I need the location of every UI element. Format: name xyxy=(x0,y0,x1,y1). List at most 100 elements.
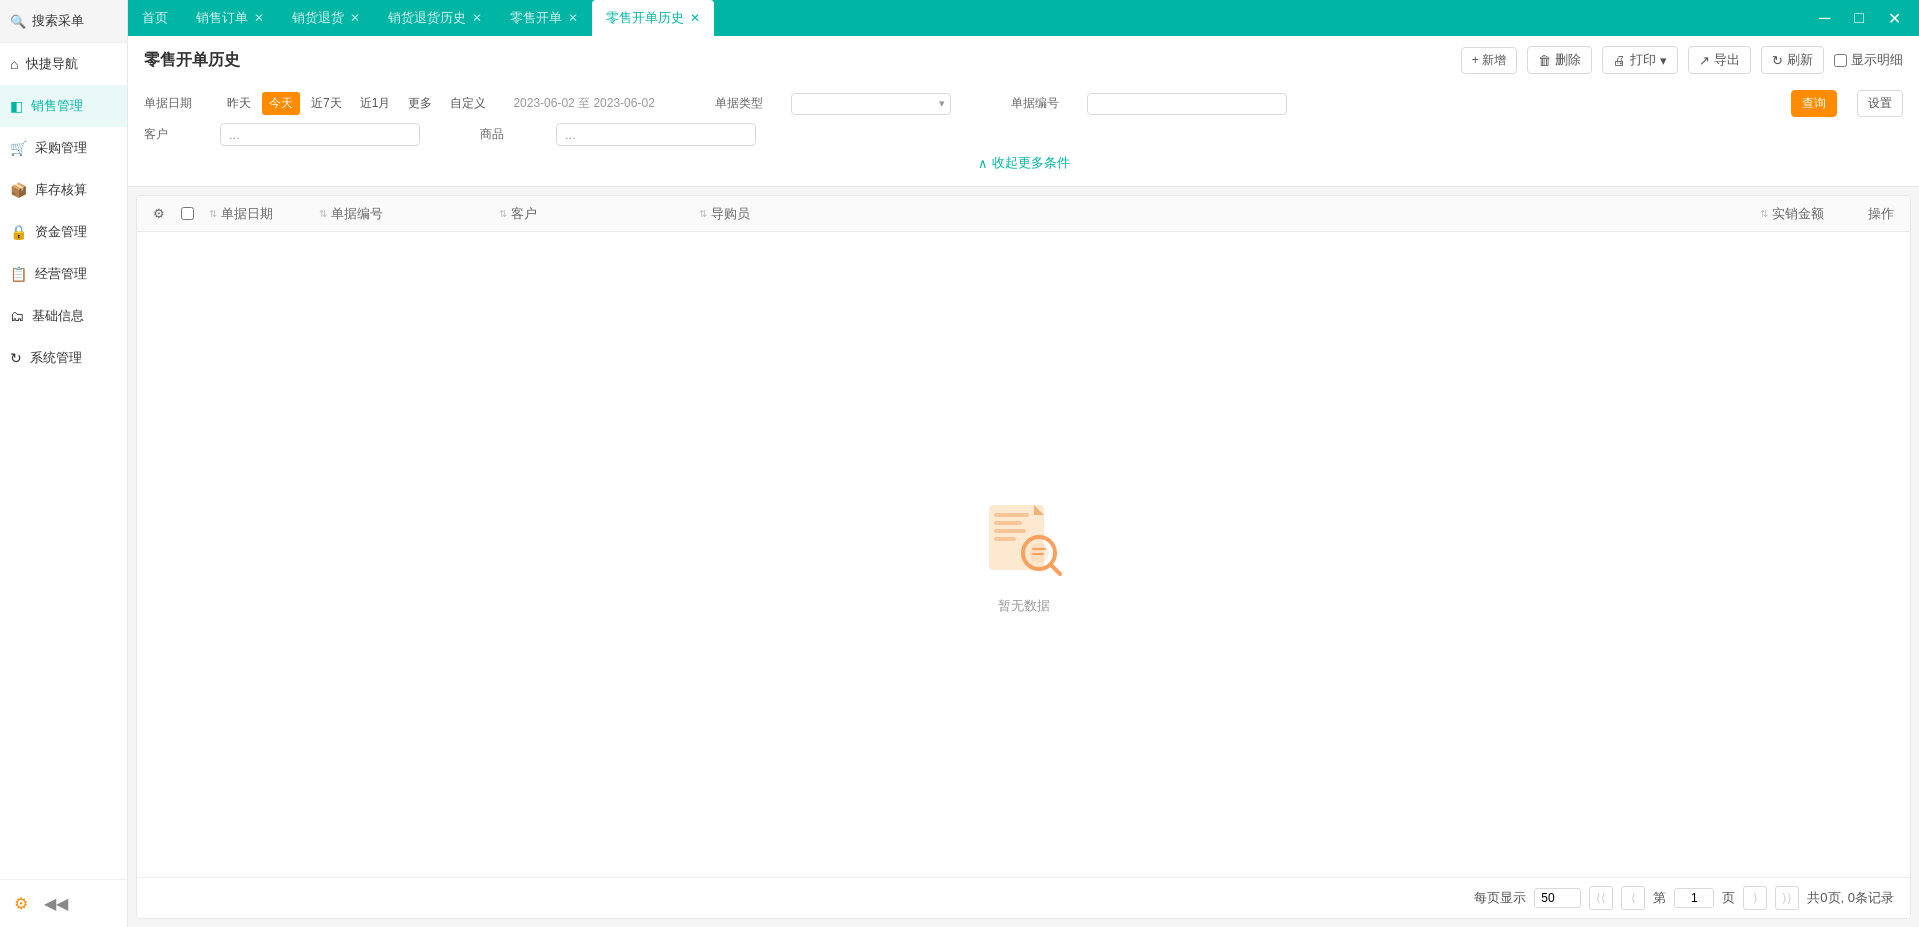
print-icon: 🖨 xyxy=(1613,53,1626,68)
sidebar-item-finance[interactable]: 🔒 资金管理 xyxy=(0,211,127,253)
date-btn-1month[interactable]: 近1月 xyxy=(353,92,398,115)
date-btn-7days[interactable]: 近7天 xyxy=(304,92,349,115)
sort-icon-guide: ⇅ xyxy=(699,208,707,219)
date-btn-today[interactable]: 今天 xyxy=(262,92,300,115)
collapse-filter-bar[interactable]: ∧ 收起更多条件 xyxy=(144,152,1903,178)
print-button[interactable]: 🖨 打印 ▾ xyxy=(1602,46,1678,74)
num-filter-input[interactable] xyxy=(1087,93,1287,115)
show-detail-checkbox[interactable] xyxy=(1834,54,1847,67)
finance-icon: 🔒 xyxy=(10,224,27,240)
settings-bottom-icon[interactable]: ⚙ xyxy=(10,890,32,917)
nav-close-btn[interactable]: ✕ xyxy=(1880,9,1909,28)
goods-filter-input[interactable]: ... xyxy=(556,123,756,146)
th-num[interactable]: ⇅ 单据编号 xyxy=(311,205,491,223)
last-page-btn[interactable]: ⟩⟩ xyxy=(1775,886,1799,910)
page-input[interactable] xyxy=(1674,888,1714,908)
tab-retail-open[interactable]: 零售开单 ✕ xyxy=(496,0,592,36)
next-page-btn[interactable]: ⟩ xyxy=(1743,886,1767,910)
sidebar-item-label: 经营管理 xyxy=(35,265,87,283)
nav-minimize-btn[interactable]: ─ xyxy=(1811,9,1838,27)
sidebar-item-inventory[interactable]: 📦 库存核算 xyxy=(0,169,127,211)
sidebar-item-basic-info[interactable]: 🗂 基础信息 xyxy=(0,295,127,337)
sidebar-item-quick-nav[interactable]: ⌂ 快捷导航 xyxy=(0,43,127,85)
export-label: 导出 xyxy=(1714,51,1740,69)
total-info: 共0页, 0条记录 xyxy=(1807,889,1894,907)
sales-icon: ◧ xyxy=(10,98,23,114)
th-customer[interactable]: ⇅ 客户 xyxy=(491,205,691,223)
th-guide-label: 导购员 xyxy=(711,205,750,223)
settings-button[interactable]: 设置 xyxy=(1857,90,1903,117)
page-suffix: 页 xyxy=(1722,889,1735,907)
type-select[interactable] xyxy=(791,93,951,115)
date-quick-buttons: 昨天 今天 近7天 近1月 更多 自定义 xyxy=(220,92,493,115)
export-button[interactable]: ↗ 导出 xyxy=(1688,46,1751,74)
sidebar-item-label: 资金管理 xyxy=(35,223,87,241)
sidebar-item-purchase-mgmt[interactable]: 🛒 采购管理 xyxy=(0,127,127,169)
add-button[interactable]: + 新增 xyxy=(1461,47,1517,74)
date-btn-custom[interactable]: 自定义 xyxy=(443,92,493,115)
th-amount-label: 实销金额 xyxy=(1772,205,1824,223)
refresh-button[interactable]: ↻ 刷新 xyxy=(1761,46,1824,74)
date-range-display: 2023-06-02 至 2023-06-02 xyxy=(513,95,654,112)
sort-icon: ⇅ xyxy=(209,208,217,219)
tab-retail-open-close[interactable]: ✕ xyxy=(568,11,578,25)
tab-retail-open-history-label: 零售开单历史 xyxy=(606,9,684,27)
collapse-sidebar-icon[interactable]: ◀◀ xyxy=(40,890,72,917)
date-btn-yesterday[interactable]: 昨天 xyxy=(220,92,258,115)
first-page-btn[interactable]: ⟨⟨ xyxy=(1589,886,1613,910)
search-icon: 🔍 xyxy=(10,14,26,29)
sidebar-item-label: 系统管理 xyxy=(30,349,82,367)
basic-info-icon: 🗂 xyxy=(10,308,24,324)
sidebar-item-ops-mgmt[interactable]: 📋 经营管理 xyxy=(0,253,127,295)
sort-icon-amount: ⇅ xyxy=(1760,208,1768,219)
sidebar-item-sales-mgmt[interactable]: ◧ 销售管理 xyxy=(0,85,127,127)
table-header: ⚙ ⇅ 单据日期 ⇅ 单据编号 ⇅ 客户 ⇅ xyxy=(137,196,1910,232)
nav-maximize-btn[interactable]: □ xyxy=(1846,9,1872,27)
tab-sales-return[interactable]: 销货退货 ✕ xyxy=(278,0,374,36)
sidebar-search[interactable]: 🔍 搜索采单 xyxy=(0,0,127,43)
sys-icon: ↻ xyxy=(10,350,22,366)
tab-sales-order-label: 销售订单 xyxy=(196,9,248,27)
print-dropdown-icon: ▾ xyxy=(1660,53,1667,68)
th-customer-label: 客户 xyxy=(511,205,537,223)
date-btn-more[interactable]: 更多 xyxy=(401,92,439,115)
sidebar-item-sys-mgmt[interactable]: ↻ 系统管理 xyxy=(0,337,127,379)
table-select-all[interactable] xyxy=(173,207,201,220)
th-date[interactable]: ⇅ 单据日期 xyxy=(201,205,311,223)
num-filter-label: 单据编号 xyxy=(1011,95,1067,112)
select-all-checkbox[interactable] xyxy=(181,207,194,220)
th-date-label: 单据日期 xyxy=(221,205,273,223)
sort-icon-customer: ⇅ xyxy=(499,208,507,219)
table-settings-btn[interactable]: ⚙ xyxy=(145,206,173,221)
sidebar-search-label: 搜索采单 xyxy=(32,12,84,30)
filter-row-1: 单据日期 昨天 今天 近7天 近1月 更多 自定义 2023-06-02 至 2… xyxy=(144,90,1903,117)
tab-sales-order-close[interactable]: ✕ xyxy=(254,11,264,25)
tab-home-label: 首页 xyxy=(142,9,168,27)
th-guide[interactable]: ⇅ 导购员 xyxy=(691,205,811,223)
tab-sales-return-history-close[interactable]: ✕ xyxy=(472,11,482,25)
tab-sales-order[interactable]: 销售订单 ✕ xyxy=(182,0,278,36)
per-page-select[interactable]: 50 100 200 xyxy=(1534,888,1581,908)
tab-retail-open-history[interactable]: 零售开单历史 ✕ xyxy=(592,0,714,36)
sidebar-item-label: 销售管理 xyxy=(31,97,83,115)
tab-sales-return-history[interactable]: 销货退货历史 ✕ xyxy=(374,0,496,36)
purchase-icon: 🛒 xyxy=(10,140,27,156)
customer-filter-input[interactable]: ... xyxy=(220,123,420,146)
type-select-wrap[interactable] xyxy=(791,93,951,115)
goods-ellipsis: ... xyxy=(565,127,576,142)
delete-button[interactable]: 🗑 删除 xyxy=(1527,46,1592,74)
export-icon: ↗ xyxy=(1699,53,1710,68)
page-label: 第 xyxy=(1653,889,1666,907)
prev-page-btn[interactable]: ⟨ xyxy=(1621,886,1645,910)
tab-sales-return-close[interactable]: ✕ xyxy=(350,11,360,25)
toolbar: + 新增 🗑 删除 🖨 打印 ▾ ↗ 导出 ↻ xyxy=(1461,46,1903,74)
print-label: 打印 xyxy=(1630,51,1656,69)
query-button[interactable]: 查询 xyxy=(1791,90,1837,117)
tab-sales-return-label: 销货退货 xyxy=(292,9,344,27)
show-detail-checkbox-wrap[interactable]: 显示明细 xyxy=(1834,51,1903,69)
delete-icon: 🗑 xyxy=(1538,53,1551,68)
th-amount[interactable]: ⇅ 实销金额 xyxy=(1732,205,1832,223)
sort-icon-num: ⇅ xyxy=(319,208,327,219)
tab-retail-open-history-close[interactable]: ✕ xyxy=(690,11,700,25)
tab-home[interactable]: 首页 xyxy=(128,0,182,36)
